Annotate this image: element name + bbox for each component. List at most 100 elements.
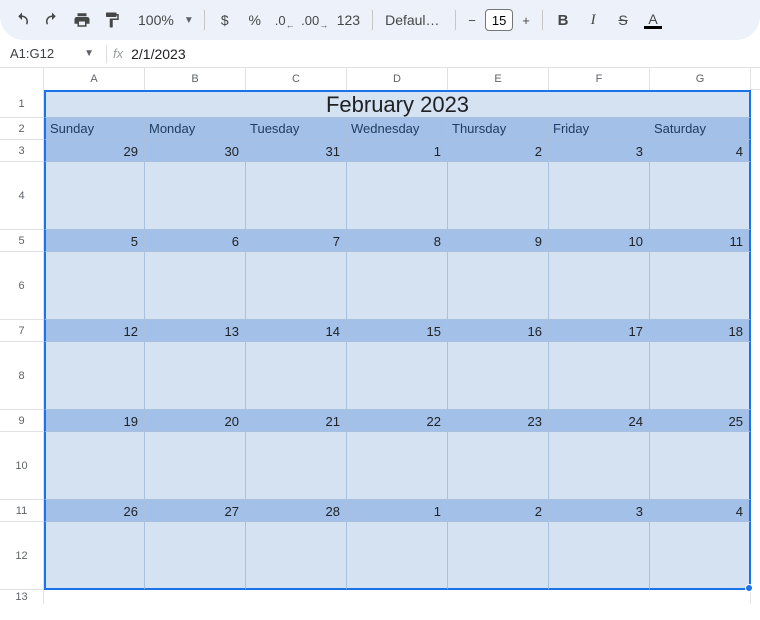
body-cell[interactable] <box>347 252 448 320</box>
body-cell[interactable] <box>347 342 448 410</box>
date-cell[interactable]: 13 <box>145 320 246 342</box>
body-cell[interactable] <box>145 342 246 410</box>
body-cell[interactable] <box>448 522 549 590</box>
date-cell[interactable]: 3 <box>549 500 650 522</box>
select-all-corner[interactable] <box>0 68 44 90</box>
body-cell[interactable] <box>44 432 145 500</box>
column-header[interactable]: F <box>549 68 650 90</box>
date-cell[interactable]: 1 <box>347 500 448 522</box>
body-cell[interactable] <box>549 252 650 320</box>
date-cell[interactable]: 1 <box>347 140 448 162</box>
font-select[interactable]: Defaul… ▼ <box>379 12 449 28</box>
row-header[interactable]: 12 <box>0 522 44 590</box>
strikethrough-button[interactable]: S <box>609 6 637 34</box>
date-cell[interactable]: 30 <box>145 140 246 162</box>
redo-button[interactable] <box>38 6 66 34</box>
body-cell[interactable] <box>246 162 347 230</box>
body-cell[interactable] <box>448 162 549 230</box>
date-cell[interactable]: 25 <box>650 410 751 432</box>
decrease-decimal-button[interactable]: .0← <box>271 6 299 34</box>
body-cell[interactable] <box>549 522 650 590</box>
row-header[interactable]: 9 <box>0 410 44 432</box>
date-cell[interactable]: 17 <box>549 320 650 342</box>
row-header[interactable]: 6 <box>0 252 44 320</box>
body-cell[interactable] <box>448 252 549 320</box>
row-header[interactable]: 7 <box>0 320 44 342</box>
body-cell[interactable] <box>448 342 549 410</box>
body-cell[interactable] <box>246 342 347 410</box>
date-cell[interactable]: 3 <box>549 140 650 162</box>
date-cell[interactable]: 9 <box>448 230 549 252</box>
dayname-cell[interactable]: Tuesday <box>246 118 347 140</box>
body-cell[interactable] <box>549 432 650 500</box>
currency-button[interactable]: $ <box>211 6 239 34</box>
dayname-cell[interactable]: Friday <box>549 118 650 140</box>
column-header[interactable]: A <box>44 68 145 90</box>
column-header[interactable]: G <box>650 68 751 90</box>
body-cell[interactable] <box>650 342 751 410</box>
body-cell[interactable] <box>44 252 145 320</box>
row-header[interactable]: 11 <box>0 500 44 522</box>
empty-cell[interactable] <box>44 590 751 604</box>
date-cell[interactable]: 31 <box>246 140 347 162</box>
body-cell[interactable] <box>44 522 145 590</box>
paint-format-button[interactable] <box>98 6 126 34</box>
row-header[interactable]: 4 <box>0 162 44 230</box>
body-cell[interactable] <box>246 432 347 500</box>
percent-button[interactable]: % <box>241 6 269 34</box>
date-cell[interactable]: 28 <box>246 500 347 522</box>
date-cell[interactable]: 27 <box>145 500 246 522</box>
date-cell[interactable]: 2 <box>448 140 549 162</box>
body-cell[interactable] <box>145 162 246 230</box>
font-size-input[interactable] <box>485 9 513 31</box>
date-cell[interactable]: 15 <box>347 320 448 342</box>
body-cell[interactable] <box>549 162 650 230</box>
italic-button[interactable]: I <box>579 6 607 34</box>
date-cell[interactable]: 29 <box>44 140 145 162</box>
date-cell[interactable]: 19 <box>44 410 145 432</box>
date-cell[interactable]: 4 <box>650 140 751 162</box>
body-cell[interactable] <box>145 522 246 590</box>
body-cell[interactable] <box>650 522 751 590</box>
body-cell[interactable] <box>347 432 448 500</box>
body-cell[interactable] <box>650 162 751 230</box>
date-cell[interactable]: 7 <box>246 230 347 252</box>
row-header[interactable]: 13 <box>0 590 44 604</box>
body-cell[interactable] <box>549 342 650 410</box>
zoom-select[interactable]: 100% ▼ <box>128 12 198 28</box>
dayname-cell[interactable]: Monday <box>145 118 246 140</box>
date-cell[interactable]: 6 <box>145 230 246 252</box>
date-cell[interactable]: 4 <box>650 500 751 522</box>
body-cell[interactable] <box>650 432 751 500</box>
date-cell[interactable]: 10 <box>549 230 650 252</box>
dayname-cell[interactable]: Thursday <box>448 118 549 140</box>
date-cell[interactable]: 20 <box>145 410 246 432</box>
body-cell[interactable] <box>145 432 246 500</box>
calendar-title-cell[interactable]: February 2023 <box>44 90 751 118</box>
body-cell[interactable] <box>650 252 751 320</box>
row-header[interactable]: 1 <box>0 90 44 118</box>
body-cell[interactable] <box>448 432 549 500</box>
date-cell[interactable]: 26 <box>44 500 145 522</box>
row-header[interactable]: 3 <box>0 140 44 162</box>
date-cell[interactable]: 11 <box>650 230 751 252</box>
row-header[interactable]: 8 <box>0 342 44 410</box>
name-box[interactable]: A1:G12 ▼ <box>4 43 100 65</box>
date-cell[interactable]: 23 <box>448 410 549 432</box>
body-cell[interactable] <box>44 342 145 410</box>
row-header[interactable]: 5 <box>0 230 44 252</box>
date-cell[interactable]: 2 <box>448 500 549 522</box>
print-button[interactable] <box>68 6 96 34</box>
dayname-cell[interactable]: Sunday <box>44 118 145 140</box>
dayname-cell[interactable]: Saturday <box>650 118 751 140</box>
date-cell[interactable]: 24 <box>549 410 650 432</box>
dayname-cell[interactable]: Wednesday <box>347 118 448 140</box>
undo-button[interactable] <box>8 6 36 34</box>
row-header[interactable]: 2 <box>0 118 44 140</box>
text-color-button[interactable]: A <box>639 6 667 34</box>
body-cell[interactable] <box>44 162 145 230</box>
formula-input[interactable]: 2/1/2023 <box>131 46 756 62</box>
date-cell[interactable]: 18 <box>650 320 751 342</box>
increase-decimal-button[interactable]: .00→ <box>301 6 329 34</box>
body-cell[interactable] <box>246 522 347 590</box>
